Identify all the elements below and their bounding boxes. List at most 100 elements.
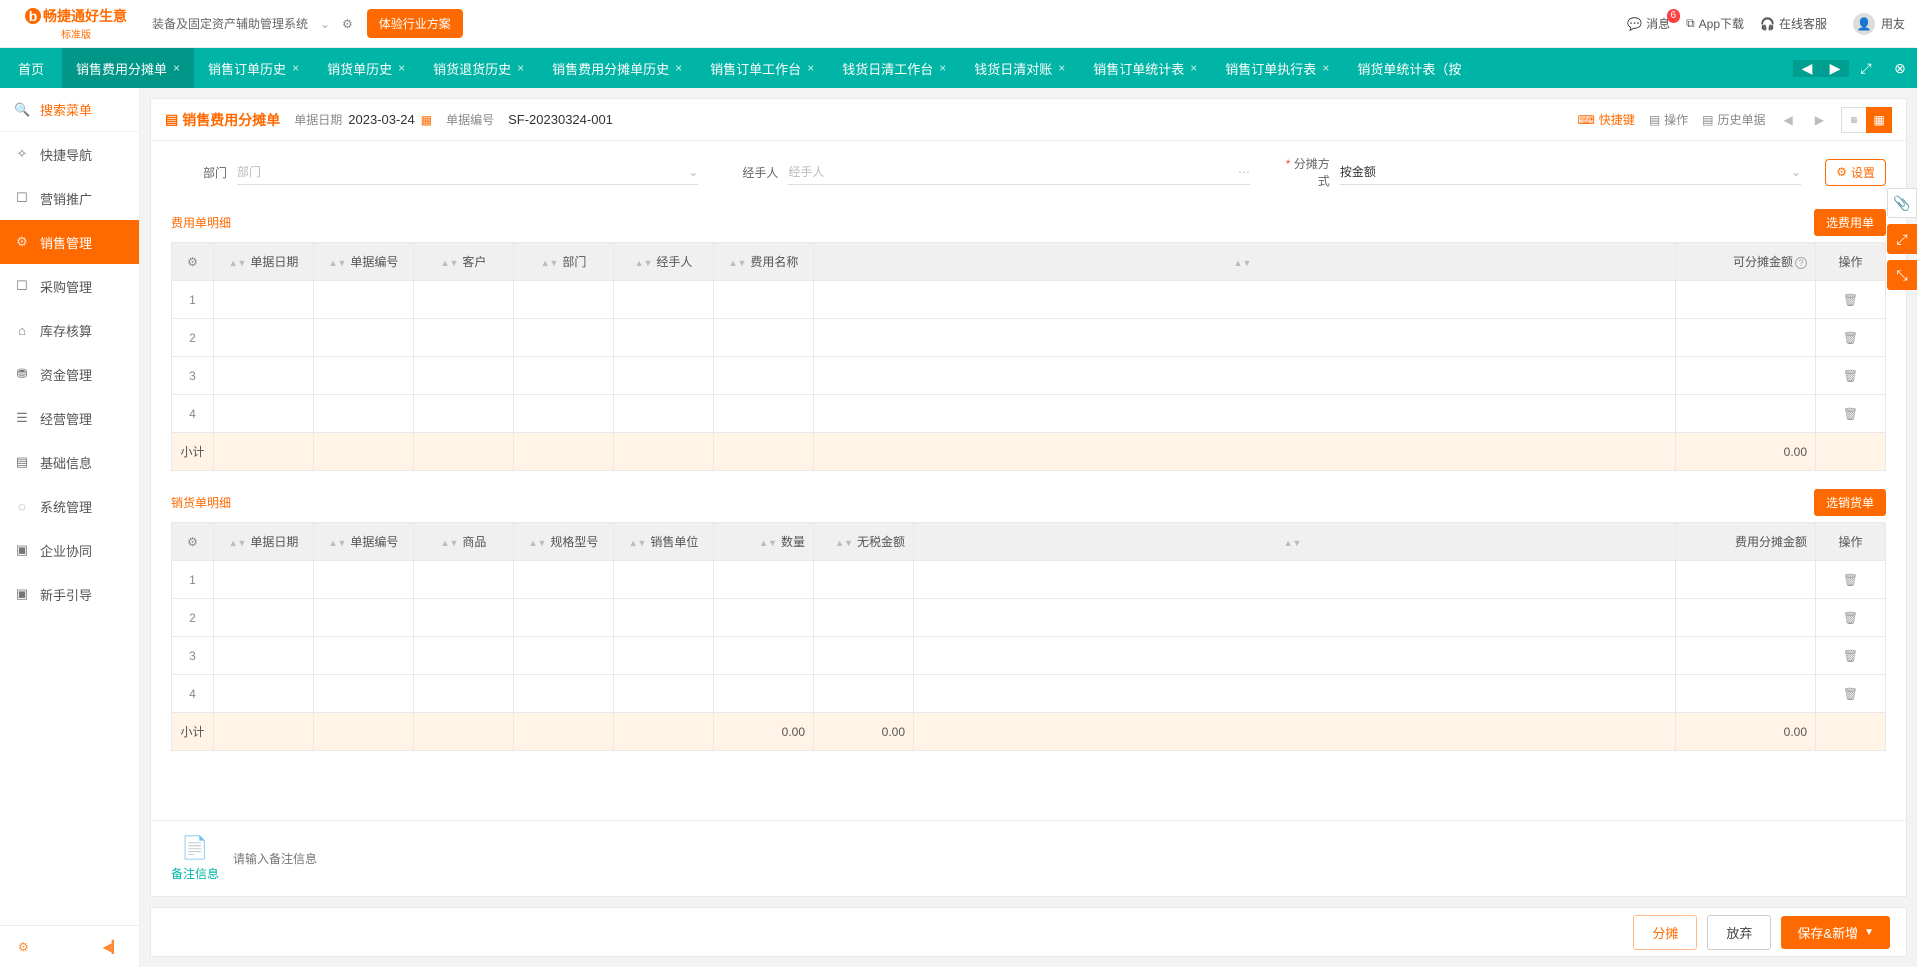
remark-input[interactable] <box>233 852 1886 866</box>
sidebar-item-inventory[interactable]: ⌂库存核算 <box>0 308 139 352</box>
table-row[interactable]: 4🗑 <box>172 675 1886 713</box>
col-no[interactable]: ▲▼单据编号 <box>314 243 414 281</box>
col-date[interactable]: ▲▼单据日期 <box>214 523 314 561</box>
fullscreen-rail-icon[interactable]: ⤡ <box>1887 260 1917 290</box>
close-icon[interactable]: × <box>807 61 814 75</box>
table-row[interactable]: 3🗑 <box>172 637 1886 675</box>
allocate-button[interactable]: 分摊 <box>1633 915 1697 950</box>
col-spec[interactable]: ▲▼规格型号 <box>514 523 614 561</box>
table-gear-header[interactable]: ⚙ <box>172 243 214 281</box>
attachment-rail-icon[interactable]: 📎 <box>1887 188 1917 218</box>
sidebar-item-basedata[interactable]: ▤基础信息 <box>0 440 139 484</box>
tab-sales-order-workbench[interactable]: 销售订单工作台× <box>696 48 828 88</box>
close-icon[interactable]: × <box>292 61 299 75</box>
close-icon[interactable]: × <box>517 61 524 75</box>
sidebar-item-quicknav[interactable]: ✧快捷导航 <box>0 132 139 176</box>
select-sales-doc-button[interactable]: 选销货单 <box>1814 489 1886 516</box>
prev-doc-icon[interactable]: ◀ <box>1780 113 1797 127</box>
col-spacer[interactable]: ▲▼ <box>814 243 1676 281</box>
sidebar-item-collab[interactable]: ▣企业协同 <box>0 528 139 572</box>
table-row[interactable]: 1🗑 <box>172 281 1886 319</box>
delete-icon[interactable]: 🗑 <box>1816 599 1886 637</box>
sidebar-item-sales[interactable]: ⚙销售管理 <box>0 220 139 264</box>
col-qty[interactable]: ▲▼数量 <box>714 523 814 561</box>
view-form-icon[interactable]: ▦ <box>1866 107 1892 133</box>
close-icon[interactable]: × <box>1322 61 1329 75</box>
col-spacer[interactable]: ▲▼ <box>914 523 1676 561</box>
handler-input[interactable]: 经手人⋯ <box>788 159 1249 185</box>
sidebar-item-guide[interactable]: ▣新手引导 <box>0 572 139 616</box>
tab-sales-order-history[interactable]: 销售订单历史× <box>194 48 313 88</box>
discard-button[interactable]: 放弃 <box>1707 915 1771 950</box>
sidebar-search[interactable]: 🔍搜索菜单 <box>0 88 139 132</box>
table-row[interactable]: 2🗑 <box>172 599 1886 637</box>
calendar-icon[interactable]: ▦ <box>421 113 432 127</box>
tab-return-history[interactable]: 销货退货历史× <box>419 48 538 88</box>
col-handler[interactable]: ▲▼经手人 <box>614 243 714 281</box>
sidebar-item-purchase[interactable]: ☐采购管理 <box>0 264 139 308</box>
table-row[interactable]: 3🗑 <box>172 357 1886 395</box>
close-icon[interactable]: × <box>173 61 180 75</box>
next-doc-icon[interactable]: ▶ <box>1811 113 1828 127</box>
user-menu[interactable]: 👤 用友 <box>1853 13 1905 35</box>
online-service-action[interactable]: 🎧 在线客服 <box>1760 15 1827 32</box>
help-icon[interactable]: ? <box>1795 257 1807 269</box>
tab-delivery-history[interactable]: 销货单历史× <box>313 48 419 88</box>
sidebar-item-operation[interactable]: ☰经营管理 <box>0 396 139 440</box>
table-row[interactable]: 4🗑 <box>172 395 1886 433</box>
tab-sales-order-exec[interactable]: 销售订单执行表× <box>1211 48 1343 88</box>
close-icon[interactable]: × <box>1058 61 1065 75</box>
tabs-close-all-icon[interactable]: ⊗ <box>1883 60 1917 77</box>
sidebar-item-finance[interactable]: ⛃资金管理 <box>0 352 139 396</box>
col-net[interactable]: ▲▼无税金额 <box>814 523 914 561</box>
system-select[interactable]: 装备及固定资产辅助管理系统 ⌄ <box>152 15 332 32</box>
industry-plan-button[interactable]: 体验行业方案 <box>367 9 463 38</box>
settings-icon[interactable]: ⚙ <box>342 17 353 31</box>
sidebar-settings-icon[interactable]: ⚙ <box>18 940 29 954</box>
close-icon[interactable]: × <box>675 61 682 75</box>
col-no[interactable]: ▲▼单据编号 <box>314 523 414 561</box>
messages-action[interactable]: 💬 消息 6 <box>1627 15 1670 32</box>
delete-icon[interactable]: 🗑 <box>1816 319 1886 357</box>
tab-home[interactable]: 首页 <box>0 48 62 88</box>
close-icon[interactable]: × <box>398 61 405 75</box>
col-amount[interactable]: 可分摊金额? <box>1676 243 1816 281</box>
view-list-icon[interactable]: ≡ <box>1841 107 1867 133</box>
tab-money-goods-workbench[interactable]: 钱货日清工作台× <box>828 48 960 88</box>
delete-icon[interactable]: 🗑 <box>1816 357 1886 395</box>
shortcut-action[interactable]: ⌨快捷键 <box>1577 111 1634 128</box>
select-cost-doc-button[interactable]: 选费用单 <box>1814 209 1886 236</box>
col-customer[interactable]: ▲▼客户 <box>414 243 514 281</box>
delete-icon[interactable]: 🗑 <box>1816 675 1886 713</box>
delete-icon[interactable]: 🗑 <box>1816 395 1886 433</box>
col-alloc[interactable]: 费用分摊金额 <box>1676 523 1816 561</box>
col-unit[interactable]: ▲▼销售单位 <box>614 523 714 561</box>
method-input[interactable]: 按金额⌄ <box>1340 159 1801 185</box>
tab-cost-allocation-history[interactable]: 销售费用分摊单历史× <box>538 48 696 88</box>
tabs-scroll-left[interactable]: ◀ <box>1793 60 1821 77</box>
tab-cost-allocation[interactable]: 销售费用分摊单× <box>62 48 194 88</box>
col-date[interactable]: ▲▼单据日期 <box>214 243 314 281</box>
delete-icon[interactable]: 🗑 <box>1816 561 1886 599</box>
sidebar-item-system[interactable]: ◌系统管理 <box>0 484 139 528</box>
sidebar-collapse-icon[interactable]: ◀▎ <box>103 940 121 954</box>
col-product[interactable]: ▲▼商品 <box>414 523 514 561</box>
close-icon[interactable]: × <box>1190 61 1197 75</box>
sidebar-item-marketing[interactable]: ☐营销推广 <box>0 176 139 220</box>
tabs-scroll-right[interactable]: ▶ <box>1821 60 1849 77</box>
col-dept[interactable]: ▲▼部门 <box>514 243 614 281</box>
expand-rail-icon[interactable]: ⤢ <box>1887 224 1917 254</box>
save-new-button[interactable]: 保存&新增▼ <box>1781 916 1890 949</box>
delete-icon[interactable]: 🗑 <box>1816 637 1886 675</box>
tab-money-goods-reconcile[interactable]: 钱货日清对账× <box>960 48 1079 88</box>
col-name[interactable]: ▲▼费用名称 <box>714 243 814 281</box>
dept-input[interactable]: 部门⌄ <box>237 159 698 185</box>
close-icon[interactable]: × <box>939 61 946 75</box>
settings-button[interactable]: ⚙设置 <box>1825 159 1886 186</box>
app-download-action[interactable]: ⧉ App下载 <box>1686 15 1744 32</box>
history-action[interactable]: ▤历史单据 <box>1702 111 1765 128</box>
doc-date-value[interactable]: 2023-03-24 <box>348 112 415 127</box>
table-row[interactable]: 1🗑 <box>172 561 1886 599</box>
tab-sales-order-stats[interactable]: 销售订单统计表× <box>1079 48 1211 88</box>
table-gear-header[interactable]: ⚙ <box>172 523 214 561</box>
